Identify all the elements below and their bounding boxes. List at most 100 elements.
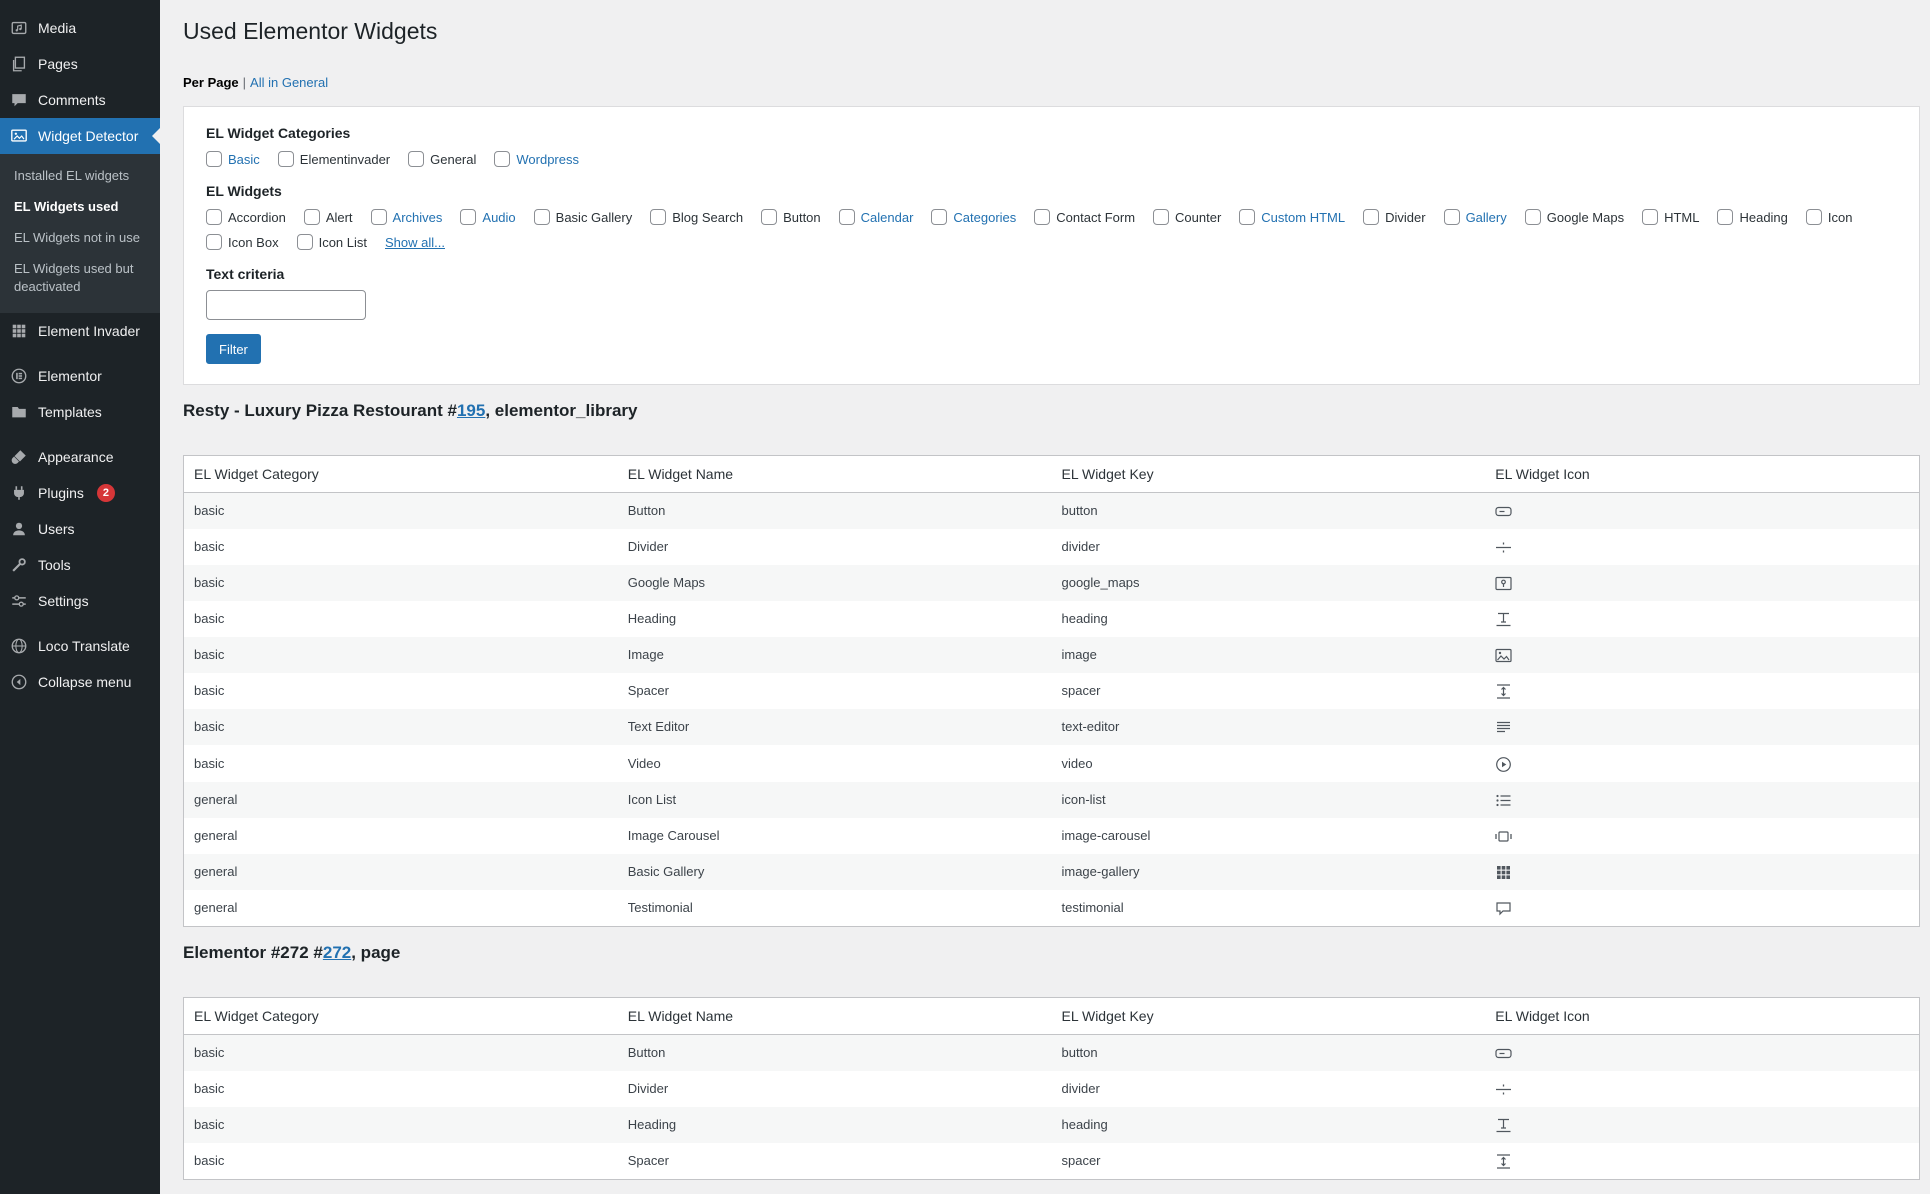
table-row: basicHeadingheading [184, 601, 1920, 637]
sidebar-item-media[interactable]: Media [0, 10, 160, 46]
sidebar-item-collapse[interactable]: Collapse menu [0, 664, 160, 700]
sidebar-item-templates[interactable]: Templates [0, 394, 160, 430]
table-row: basicButtonbutton [184, 493, 1920, 530]
filter-button[interactable]: Filter [206, 334, 261, 364]
table-row: basicGoogle Mapsgoogle_maps [184, 565, 1920, 601]
checkbox-counter[interactable]: Counter [1153, 209, 1221, 225]
checkbox-box[interactable] [206, 151, 222, 167]
sidebar-item-settings[interactable]: Settings [0, 583, 160, 619]
checkbox-html[interactable]: HTML [1642, 209, 1699, 225]
sidebar-item-plugins[interactable]: Plugins2 [0, 475, 160, 511]
sidebar-item-posts[interactable]: Posts [0, 0, 160, 10]
view-all-in-general[interactable]: All in General [250, 75, 328, 90]
checkbox-button[interactable]: Button [761, 209, 821, 225]
checkbox-box[interactable] [408, 151, 424, 167]
cell-category: basic [184, 529, 618, 565]
checkbox-box[interactable] [1363, 209, 1379, 225]
sidebar-item-appearance[interactable]: Appearance [0, 439, 160, 475]
checkbox-categories[interactable]: Categories [931, 209, 1016, 225]
column-header-el-widget-key: EL Widget Key [1051, 456, 1485, 493]
checkbox-box[interactable] [839, 209, 855, 225]
checkbox-box[interactable] [1525, 209, 1541, 225]
checkbox-box[interactable] [1034, 209, 1050, 225]
sidebar-item-element-invader[interactable]: Element Invader [0, 313, 160, 349]
cell-icon [1485, 493, 1919, 530]
checkbox-box[interactable] [650, 209, 666, 225]
show-all-link[interactable]: Show all... [385, 235, 445, 250]
checkbox-box[interactable] [1642, 209, 1658, 225]
checkbox-box[interactable] [931, 209, 947, 225]
section-title-text: Elementor #272 # [183, 943, 323, 962]
sidebar-item-users[interactable]: Users [0, 511, 160, 547]
sidebar-item-widget-detector[interactable]: Widget Detector [0, 118, 160, 154]
checkbox-audio[interactable]: Audio [460, 209, 515, 225]
checkbox-calendar[interactable]: Calendar [839, 209, 914, 225]
checkbox-icon-list[interactable]: Icon List [297, 234, 367, 250]
view-per-page[interactable]: Per Page [183, 75, 239, 90]
checkbox-box[interactable] [297, 234, 313, 250]
submenu-item-el-widgets-used[interactable]: EL Widgets used [0, 192, 160, 223]
checkbox-box[interactable] [371, 209, 387, 225]
checkbox-box[interactable] [1444, 209, 1460, 225]
cell-category: basic [184, 637, 618, 673]
checkbox-custom-html[interactable]: Custom HTML [1239, 209, 1345, 225]
sidebar-item-label: Media [38, 20, 76, 36]
checkbox-box[interactable] [761, 209, 777, 225]
checkbox-basic[interactable]: Basic [206, 151, 260, 167]
submenu-item-el-widgets-used-but-deactivated[interactable]: EL Widgets used but deactivated [0, 254, 160, 304]
checkbox-elementinvader[interactable]: Elementinvader [278, 151, 390, 167]
checkbox-accordion[interactable]: Accordion [206, 209, 286, 225]
checkbox-general[interactable]: General [408, 151, 476, 167]
post-id-link[interactable]: 195 [457, 401, 485, 420]
checkbox-google-maps[interactable]: Google Maps [1525, 209, 1624, 225]
table-row: basicHeadingheading [184, 1107, 1920, 1143]
post-id-link[interactable]: 272 [323, 943, 351, 962]
section-title: Resty - Luxury Pizza Restourant #195, el… [183, 401, 1920, 421]
checkbox-box[interactable] [206, 209, 222, 225]
cell-name: Button [618, 493, 1052, 530]
cell-icon [1485, 1071, 1919, 1107]
checkbox-blog-search[interactable]: Blog Search [650, 209, 743, 225]
cell-key: image [1051, 637, 1485, 673]
sidebar-item-comments[interactable]: Comments [0, 82, 160, 118]
sidebar-item-pages[interactable]: Pages [0, 46, 160, 82]
cell-category: basic [184, 1107, 618, 1143]
cell-category: basic [184, 1034, 618, 1071]
checkbox-box[interactable] [460, 209, 476, 225]
cell-name: Video [618, 745, 1052, 781]
sidebar-item-tools[interactable]: Tools [0, 547, 160, 583]
checkbox-box[interactable] [304, 209, 320, 225]
table-row: basicDividerdivider [184, 529, 1920, 565]
cell-icon [1485, 890, 1919, 927]
sidebar-item-elementor[interactable]: Elementor [0, 358, 160, 394]
checkbox-wordpress[interactable]: Wordpress [494, 151, 579, 167]
sidebar-item-loco-translate[interactable]: Loco Translate [0, 628, 160, 664]
text-criteria-input[interactable] [206, 290, 366, 320]
checkbox-icon-box[interactable]: Icon Box [206, 234, 279, 250]
checkbox-archives[interactable]: Archives [371, 209, 443, 225]
submenu-item-el-widgets-not-in-use[interactable]: EL Widgets not in use [0, 223, 160, 254]
checkbox-gallery[interactable]: Gallery [1444, 209, 1507, 225]
testimonial-icon [1495, 900, 1512, 917]
checkbox-box[interactable] [206, 234, 222, 250]
checkbox-icon[interactable]: Icon [1806, 209, 1853, 225]
checkbox-basic-gallery[interactable]: Basic Gallery [534, 209, 633, 225]
widget-detector-icon [9, 126, 29, 146]
checkbox-box[interactable] [494, 151, 510, 167]
submenu-item-installed-el-widgets[interactable]: Installed EL widgets [0, 161, 160, 192]
checkbox-box[interactable] [534, 209, 550, 225]
checkbox-box[interactable] [1153, 209, 1169, 225]
sidebar-item-label: Tools [38, 557, 71, 573]
users-icon [9, 519, 29, 539]
checkbox-divider[interactable]: Divider [1363, 209, 1425, 225]
checkbox-alert[interactable]: Alert [304, 209, 353, 225]
loco-translate-icon [9, 636, 29, 656]
checkbox-contact-form[interactable]: Contact Form [1034, 209, 1135, 225]
cell-name: Spacer [618, 673, 1052, 709]
checkbox-label: Counter [1175, 210, 1221, 225]
checkbox-heading[interactable]: Heading [1717, 209, 1787, 225]
checkbox-box[interactable] [1717, 209, 1733, 225]
checkbox-box[interactable] [278, 151, 294, 167]
checkbox-box[interactable] [1806, 209, 1822, 225]
checkbox-box[interactable] [1239, 209, 1255, 225]
